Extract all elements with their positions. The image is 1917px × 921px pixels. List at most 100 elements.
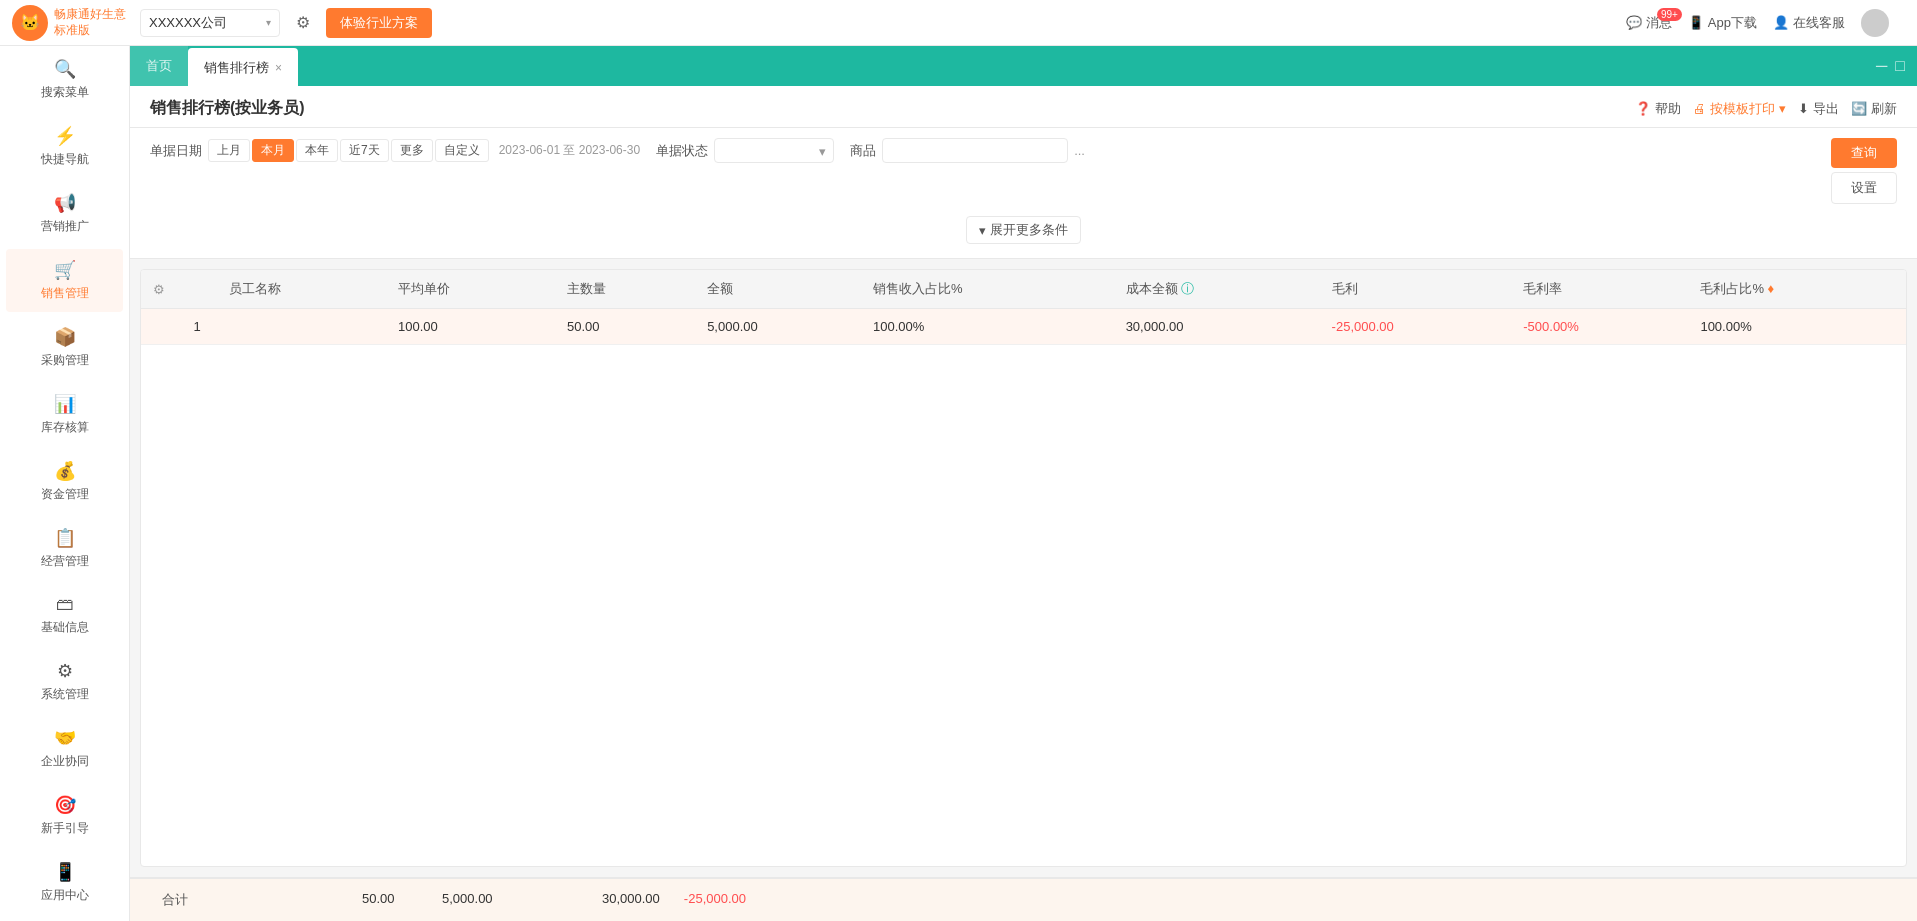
chevron-down-icon: ▾ — [979, 223, 986, 238]
date-btn-7days[interactable]: 近7天 — [340, 139, 389, 162]
online-service-label: 在线客服 — [1793, 14, 1845, 32]
sidebar-label-purchase: 采购管理 — [41, 352, 89, 369]
sidebar-item-management[interactable]: 📋 经营管理 — [6, 517, 123, 580]
sidebar-item-app-center[interactable]: 📱 应用中心 — [6, 851, 123, 914]
tab-home[interactable]: 首页 — [130, 46, 188, 86]
sidebar-item-inventory[interactable]: 📊 库存核算 — [6, 383, 123, 446]
tab-home-label: 首页 — [146, 57, 172, 75]
sidebar-item-marketing[interactable]: 📢 营销推广 — [6, 182, 123, 245]
sidebar-item-quick-nav[interactable]: ⚡ 快捷导航 — [6, 115, 123, 178]
date-btn-custom[interactable]: 自定义 — [435, 139, 489, 162]
sidebar-label-management: 经营管理 — [41, 553, 89, 570]
expand-row: ▾ 展开更多条件 — [150, 204, 1897, 248]
query-button[interactable]: 查询 — [1831, 138, 1897, 168]
filter-area: 单据日期 上月 本月 本年 近7天 更多 自定义 2023-06-01 至 20… — [130, 128, 1917, 259]
date-toggle-group: 上月 本月 本年 近7天 更多 自定义 — [208, 139, 489, 162]
date-btn-more[interactable]: 更多 — [391, 139, 433, 162]
sidebar-item-sales[interactable]: 🛒 销售管理 — [6, 249, 123, 312]
table-settings-button[interactable]: 设置 — [1831, 172, 1897, 204]
industry-button[interactable]: 体验行业方案 — [326, 8, 432, 38]
table-header-row: ⚙ 员工名称 平均单价 主数量 全额 销售收入占比% 成本全额 ⓘ 毛利 毛利率… — [141, 270, 1906, 309]
logo-icon: 🐱 — [12, 5, 48, 41]
sidebar-label-search: 搜索菜单 — [41, 84, 89, 101]
sidebar-item-enterprise[interactable]: 🤝 企业协同 — [6, 717, 123, 780]
table-body: 1 100.00 50.00 5,000.00 100.00% 30,000.0… — [141, 309, 1906, 345]
sidebar-item-system[interactable]: ⚙ 系统管理 — [6, 650, 123, 713]
export-button[interactable]: ⬇ 导出 — [1798, 100, 1839, 118]
tab-close-icon[interactable]: × — [275, 61, 282, 75]
goods-filter: 商品 ... — [850, 138, 1085, 163]
th-cost: 成本全额 ⓘ — [1114, 270, 1320, 309]
cost-info-icon[interactable]: ⓘ — [1181, 281, 1194, 296]
finance-icon: 💰 — [54, 460, 76, 482]
row-settings-icon — [141, 309, 177, 345]
date-btn-last-month[interactable]: 上月 — [208, 139, 250, 162]
tab-sales-label: 销售排行榜 — [204, 59, 269, 77]
window-maximize-icon[interactable]: □ — [1895, 57, 1905, 75]
date-btn-this-year[interactable]: 本年 — [296, 139, 338, 162]
search-icon: 🔍 — [54, 58, 76, 80]
avatar[interactable] — [1861, 9, 1889, 37]
gross-pct-sort-icon[interactable]: ♦ — [1768, 281, 1775, 296]
purchase-icon: 📦 — [54, 326, 76, 348]
settings-icon[interactable]: ⚙ — [288, 8, 318, 38]
sidebar-item-purchase[interactable]: 📦 采购管理 — [6, 316, 123, 379]
th-amount: 全额 — [695, 270, 861, 309]
data-table: ⚙ 员工名称 平均单价 主数量 全额 销售收入占比% 成本全额 ⓘ 毛利 毛利率… — [141, 270, 1906, 345]
goods-input[interactable] — [882, 138, 1068, 163]
top-bar-right: 💬 消息 99+ 📱 App下载 👤 在线客服 — [1626, 9, 1905, 37]
footer-gross: -25,000.00 — [672, 889, 758, 911]
th-gross-rate: 毛利率 — [1511, 270, 1688, 309]
company-selector[interactable]: XXXXXX公司 ▾ — [140, 9, 280, 37]
expand-label: 展开更多条件 — [990, 221, 1068, 239]
date-label: 单据日期 — [150, 142, 202, 160]
sidebar-item-basic-info[interactable]: 🗃 基础信息 — [6, 584, 123, 646]
service-icon: 👤 — [1773, 15, 1789, 30]
footer-amount: 5,000.00 — [430, 889, 510, 911]
footer-spacer1 — [230, 889, 350, 911]
logo-line1: 畅康通好生意 — [54, 7, 126, 23]
page-title: 销售排行榜(按业务员) — [150, 98, 305, 119]
status-select[interactable] — [714, 138, 834, 163]
window-minimize-icon[interactable]: ─ — [1876, 57, 1887, 75]
sidebar-item-guide[interactable]: 🎯 新手引导 — [6, 784, 123, 847]
print-label: 按模板打印 — [1710, 100, 1775, 118]
th-name: 员工名称 — [217, 270, 386, 309]
app-download-button[interactable]: 📱 App下载 — [1688, 14, 1757, 32]
sales-icon: 🛒 — [54, 259, 76, 281]
footer-label: 合计 — [150, 889, 230, 911]
footer-qty: 50.00 — [350, 889, 430, 911]
sidebar-label-quick-nav: 快捷导航 — [41, 151, 89, 168]
refresh-button[interactable]: 🔄 刷新 — [1851, 100, 1897, 118]
th-settings[interactable]: ⚙ — [141, 270, 177, 309]
sidebar: 🔍 搜索菜单 ⚡ 快捷导航 📢 营销推广 🛒 销售管理 📦 采购管理 📊 库存核… — [0, 46, 130, 921]
online-service-button[interactable]: 👤 在线客服 — [1773, 14, 1845, 32]
marketing-icon: 📢 — [54, 192, 76, 214]
message-button[interactable]: 💬 消息 99+ — [1626, 14, 1672, 32]
logo-emoji: 🐱 — [20, 13, 40, 32]
th-sales-pct: 销售收入占比% — [861, 270, 1114, 309]
help-button[interactable]: ❓ 帮助 — [1635, 100, 1681, 118]
sidebar-label-marketing: 营销推广 — [41, 218, 89, 235]
print-chevron-icon: ▾ — [1779, 101, 1786, 116]
print-button[interactable]: 🖨 按模板打印 ▾ — [1693, 100, 1786, 118]
header-actions: ❓ 帮助 🖨 按模板打印 ▾ ⬇ 导出 🔄 — [1635, 100, 1897, 118]
sidebar-item-search[interactable]: 🔍 搜索菜单 — [6, 48, 123, 111]
system-icon: ⚙ — [57, 660, 73, 682]
expand-more-button[interactable]: ▾ 展开更多条件 — [966, 216, 1081, 244]
sidebar-label-guide: 新手引导 — [41, 820, 89, 837]
message-icon: 💬 — [1626, 15, 1642, 30]
company-name: XXXXXX公司 — [149, 14, 262, 32]
goods-more-btn[interactable]: ... — [1074, 143, 1085, 158]
top-bar: 🐱 畅康通好生意 标准版 XXXXXX公司 ▾ ⚙ 体验行业方案 💬 消息 99… — [0, 0, 1917, 46]
date-btn-this-month[interactable]: 本月 — [252, 139, 294, 162]
export-label: 导出 — [1813, 100, 1839, 118]
tab-sales-ranking[interactable]: 销售排行榜 × — [188, 48, 298, 88]
date-filter: 单据日期 上月 本月 本年 近7天 更多 自定义 2023-06-01 至 20… — [150, 139, 640, 162]
sidebar-label-enterprise: 企业协同 — [41, 753, 89, 770]
guide-icon: 🎯 — [54, 794, 76, 816]
quick-nav-icon: ⚡ — [54, 125, 76, 147]
sidebar-item-finance[interactable]: 💰 资金管理 — [6, 450, 123, 513]
th-gross-pct: 毛利占比% ♦ — [1688, 270, 1906, 309]
export-icon: ⬇ — [1798, 101, 1809, 116]
